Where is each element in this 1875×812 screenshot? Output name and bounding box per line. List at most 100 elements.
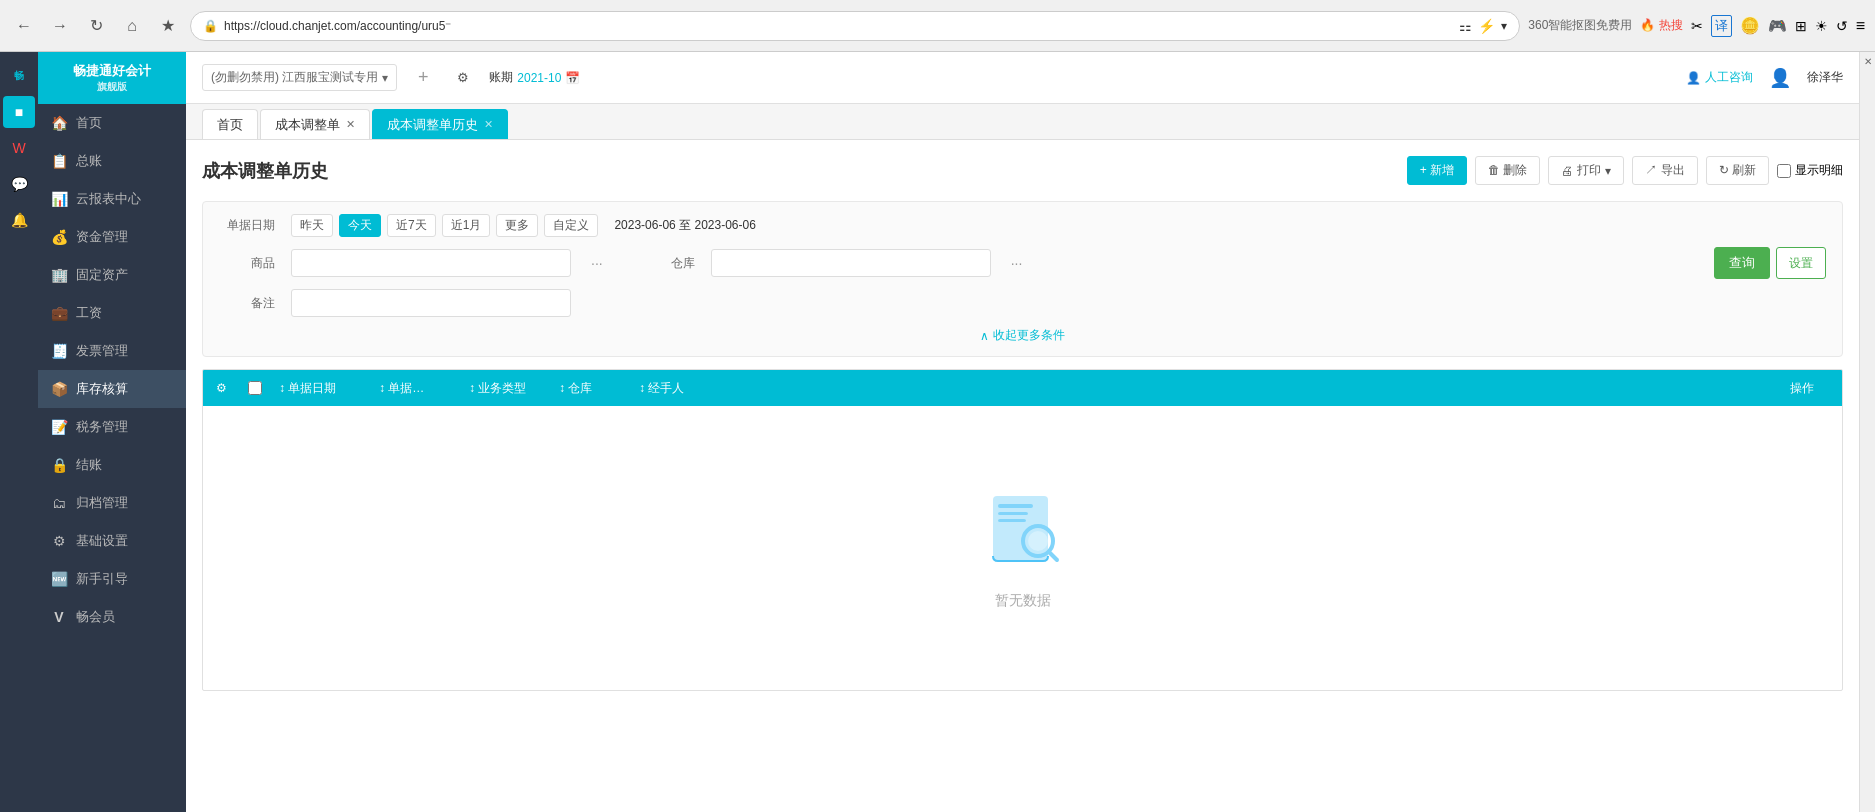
remark-input[interactable]: [291, 289, 571, 317]
delete-button[interactable]: 🗑 删除: [1475, 156, 1540, 185]
th-handler-label: ↕ 经手人: [639, 380, 684, 397]
warehouse-filter-label: 仓库: [639, 255, 695, 272]
address-bar[interactable]: 🔒 https://cloud.chanjet.com/accounting/u…: [190, 11, 1520, 41]
sidebar-label-tax: 税务管理: [76, 418, 128, 436]
browser-actions: 360智能抠图免费用 🔥 热搜 ✂ 译 🪙 🎮 ⊞ ☀ ↺ ≡: [1528, 15, 1865, 37]
add-company-button[interactable]: +: [409, 64, 437, 92]
dashboard-icon[interactable]: ■: [3, 96, 35, 128]
sidebar-item-reports[interactable]: 📊 云报表中心: [38, 180, 186, 218]
date-from: 2023-06-06: [614, 218, 675, 232]
goods-more-icon[interactable]: ···: [587, 255, 607, 271]
sidebar-item-closing[interactable]: 🔒 结账: [38, 446, 186, 484]
th-handler[interactable]: ↕ 经手人: [631, 380, 721, 397]
date-more[interactable]: 更多: [496, 214, 538, 237]
collapse-button[interactable]: ∧ 收起更多条件: [219, 327, 1826, 344]
sidebar-item-ledger[interactable]: 📋 总账: [38, 142, 186, 180]
print-label: 打印: [1577, 162, 1601, 179]
data-table: ⚙ ↕ 单据日期 ↕ 单据… ↕ 业务类型 ↕ 仓库: [202, 369, 1843, 691]
sidebar-logo: 畅捷通好会计 旗舰版: [38, 52, 186, 104]
period-value: 2021-10: [517, 71, 561, 85]
weibo-icon[interactable]: W: [3, 132, 35, 164]
assets-icon: 🏢: [50, 267, 68, 283]
query-button[interactable]: 查询: [1714, 247, 1770, 279]
warehouse-more-icon[interactable]: ···: [1007, 255, 1027, 271]
select-all-checkbox[interactable]: [248, 381, 262, 395]
print-button[interactable]: 🖨 打印 ▾: [1548, 156, 1624, 185]
sidebar-label-assets: 固定资产: [76, 266, 128, 284]
sidebar-item-archive[interactable]: 🗂 归档管理: [38, 484, 186, 522]
sidebar-item-salary[interactable]: 💼 工资: [38, 294, 186, 332]
empty-state: 暂无数据: [203, 406, 1842, 690]
base-icon: ⚙: [50, 533, 68, 549]
tab-cost-adjust-close[interactable]: ✕: [346, 118, 355, 131]
date-7days[interactable]: 近7天: [387, 214, 436, 237]
date-today[interactable]: 今天: [339, 214, 381, 237]
tab-cost-adjust-history[interactable]: 成本调整单历史 ✕: [372, 109, 508, 139]
forward-button[interactable]: →: [46, 12, 74, 40]
date-yesterday[interactable]: 昨天: [291, 214, 333, 237]
tab-home[interactable]: 首页: [202, 109, 258, 139]
company-settings-button[interactable]: ⚙: [449, 64, 477, 92]
refresh-button[interactable]: ↻ 刷新: [1706, 156, 1769, 185]
export-button[interactable]: ↗ 导出: [1632, 156, 1697, 185]
sidebar-item-base[interactable]: ⚙ 基础设置: [38, 522, 186, 560]
date-1month[interactable]: 近1月: [442, 214, 491, 237]
period-label: 账期: [489, 69, 513, 86]
calendar-icon: 📅: [565, 71, 580, 85]
display-cols-checkbox[interactable]: [1777, 164, 1791, 178]
sidebar-item-home[interactable]: 🏠 首页: [38, 104, 186, 142]
date-separator: 至: [679, 218, 694, 232]
th-check[interactable]: [239, 381, 271, 395]
tab-bar: 首页 成本调整单 ✕ 成本调整单历史 ✕: [186, 104, 1859, 140]
th-settings[interactable]: ⚙: [203, 381, 239, 395]
sidebar-label-ledger: 总账: [76, 152, 102, 170]
sidebar-item-guide[interactable]: 🆕 新手引导: [38, 560, 186, 598]
display-cols-label: 显示明细: [1777, 162, 1843, 179]
reload-button[interactable]: ↻: [82, 12, 110, 40]
main-area: (勿删勿禁用) 江西服宝测试专用 ▾ + ⚙ 账期 2021-10 📅 👤 人工…: [186, 52, 1859, 812]
sidebar-item-assets[interactable]: 🏢 固定资产: [38, 256, 186, 294]
date-custom[interactable]: 自定义: [544, 214, 598, 237]
sidebar-item-vip[interactable]: V 畅会员: [38, 598, 186, 636]
tab-cost-adjust[interactable]: 成本调整单 ✕: [260, 109, 370, 139]
th-type[interactable]: ↕ 业务类型: [461, 380, 551, 397]
sidebar-item-funds[interactable]: 💰 资金管理: [38, 218, 186, 256]
goods-input[interactable]: [291, 249, 571, 277]
dropdown-icon: ▾: [1501, 19, 1507, 33]
sidebar-item-invoice[interactable]: 🧾 发票管理: [38, 332, 186, 370]
th-warehouse[interactable]: ↕ 仓库: [551, 380, 631, 397]
company-name: (勿删勿禁用) 江西服宝测试专用: [211, 69, 378, 86]
ssl-icon: 🔒: [203, 19, 218, 33]
home-icon: 🏠: [50, 115, 68, 131]
sidebar-item-inventory[interactable]: 📦 库存核算: [38, 370, 186, 408]
filter-row-goods-warehouse: 商品 ··· 仓库 ··· 查询 设置: [219, 247, 1826, 279]
sidebar: 畅捷通好会计 旗舰版 🏠 首页 📋 总账 📊 云报表中心 💰 资金管理: [38, 52, 186, 812]
settings-filter-button[interactable]: 设置: [1776, 247, 1826, 279]
tab-cost-adjust-history-close[interactable]: ✕: [484, 118, 493, 131]
chat-icon[interactable]: 💬: [3, 168, 35, 200]
coin-icon: 🪙: [1740, 16, 1760, 35]
star-button[interactable]: ★: [154, 12, 182, 40]
notification-icon[interactable]: 🔔: [3, 204, 35, 236]
new-button[interactable]: + 新增: [1407, 156, 1467, 185]
right-close-button[interactable]: ✕: [1864, 56, 1872, 67]
company-selector[interactable]: (勿删勿禁用) 江西服宝测试专用 ▾: [202, 64, 397, 91]
th-date[interactable]: ↕ 单据日期: [271, 380, 371, 397]
date-to: 2023-06-06: [694, 218, 755, 232]
th-num[interactable]: ↕ 单据…: [371, 380, 461, 397]
th-ops-label: 操作: [1790, 380, 1814, 397]
page-content: 成本调整单历史 + 新增 🗑 删除 🖨 打印 ▾ ↗ 导出 ↻ 刷新 显示明细: [186, 140, 1859, 812]
home-button[interactable]: ⌂: [118, 12, 146, 40]
help-button[interactable]: 👤 人工咨询: [1686, 69, 1753, 86]
th-ops: 操作: [1782, 380, 1842, 397]
sidebar-label-invoice: 发票管理: [76, 342, 128, 360]
warehouse-input[interactable]: [711, 249, 991, 277]
sidebar-label-guide: 新手引导: [76, 570, 128, 588]
page-title: 成本调整单历史: [202, 159, 328, 183]
sidebar-label-archive: 归档管理: [76, 494, 128, 512]
sidebar-item-tax[interactable]: 📝 税务管理: [38, 408, 186, 446]
hot-label: 🔥 热搜: [1640, 17, 1682, 34]
back-button[interactable]: ←: [10, 12, 38, 40]
period-selector[interactable]: 账期 2021-10 📅: [489, 69, 580, 86]
url-display: https://cloud.chanjet.com/accounting/uru…: [224, 19, 451, 33]
